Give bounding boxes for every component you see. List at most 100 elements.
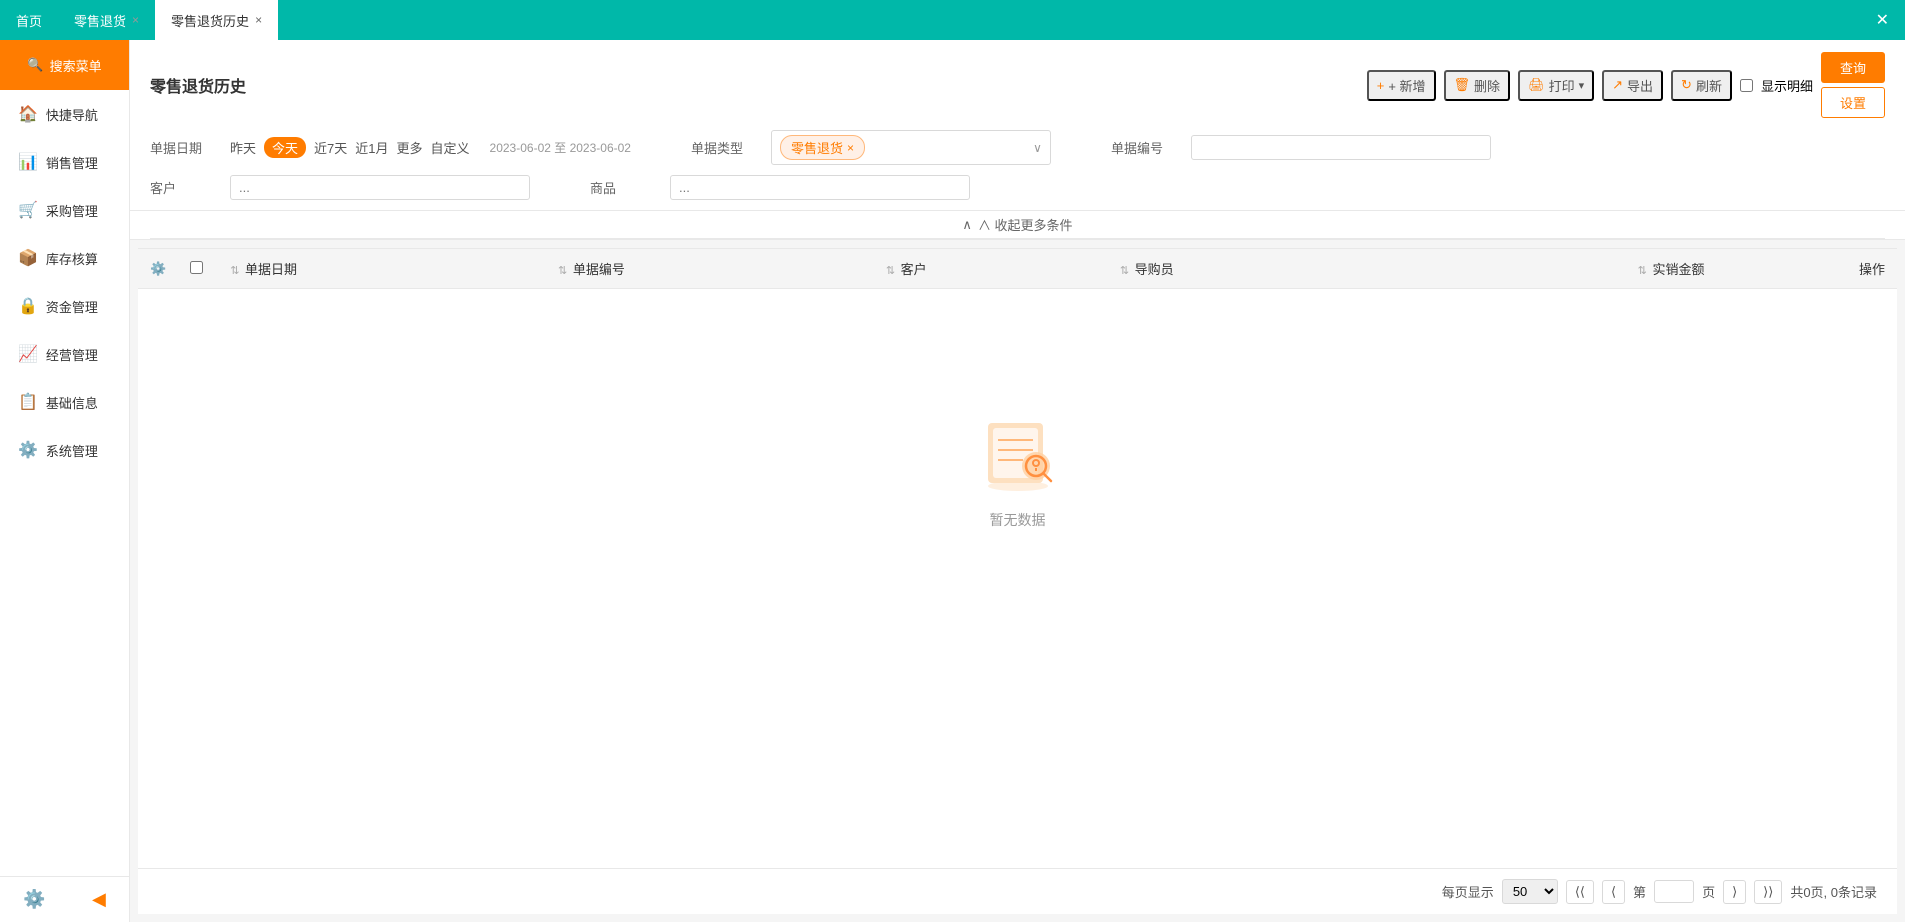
th-customer-label: 客户	[901, 262, 927, 277]
type-filter-tag-close[interactable]: ×	[847, 141, 854, 155]
new-icon: +	[1377, 78, 1385, 93]
tab-retail-return-history-label: 零售退货历史	[171, 11, 249, 30]
tab-retail-return-history-close[interactable]: ×	[255, 13, 262, 27]
top-bar-right: ✕	[1860, 10, 1905, 30]
th-date[interactable]: ⇅ 单据日期	[218, 249, 546, 289]
th-settings[interactable]: ⚙️	[138, 249, 178, 289]
type-filter-select[interactable]: 零售退货 × ∨	[771, 130, 1051, 165]
sidebar-item-system[interactable]: ⚙️ 系统管理	[0, 426, 129, 474]
sidebar-item-sales-label: 销售管理	[46, 153, 98, 172]
date-opt-more[interactable]: 更多	[397, 138, 423, 157]
sidebar-item-inventory-label: 库存核算	[46, 249, 98, 268]
print-button[interactable]: 🖨 打印 ▾	[1518, 70, 1594, 101]
empty-state: 暂无数据	[138, 289, 1897, 639]
sidebar-item-sales[interactable]: 📊 销售管理	[0, 138, 129, 186]
collapse-filter-button[interactable]: ∧ ∧ 收起更多条件	[130, 210, 1905, 238]
sidebar: 🔍 搜索菜单 🏠 快捷导航 📊 销售管理 🛒 采购管理 📦 库存核算 🔒 资金管…	[0, 40, 130, 922]
query-button[interactable]: 查询	[1821, 52, 1885, 83]
action-buttons: 查询 设置	[1821, 52, 1885, 118]
delete-button[interactable]: 🗑 删除	[1444, 70, 1511, 101]
sidebar-item-finance[interactable]: 🔒 资金管理	[0, 282, 129, 330]
type-filter-label: 单据类型	[691, 138, 751, 157]
th-amount[interactable]: ⇅ 实销金额	[1389, 249, 1717, 289]
date-opt-1month[interactable]: 近1月	[355, 138, 388, 157]
sidebar-search[interactable]: 🔍 搜索菜单	[0, 40, 129, 90]
sidebar-item-quicknav-label: 快捷导航	[46, 105, 98, 124]
date-options: 昨天 今天 近7天 近1月 更多 自定义	[230, 137, 470, 158]
last-page-button[interactable]: ⟩⟩	[1754, 880, 1782, 904]
sidebar-item-system-label: 系统管理	[46, 441, 98, 460]
th-guide[interactable]: ⇅ 导购员	[1108, 249, 1389, 289]
page-label: 第	[1633, 882, 1646, 901]
date-opt-7days[interactable]: 近7天	[314, 138, 347, 157]
page-title-row: 零售退货历史 + + 新增 🗑 删除 🖨 打印 ▾	[150, 52, 1885, 118]
th-action-label: 操作	[1859, 262, 1885, 277]
th-number-label: 单据编号	[573, 262, 625, 277]
date-filter-label: 单据日期	[150, 138, 210, 157]
th-guide-label: 导购员	[1135, 262, 1174, 277]
main-layout: 🔍 搜索菜单 🏠 快捷导航 📊 销售管理 🛒 采购管理 📦 库存核算 🔒 资金管…	[0, 40, 1905, 922]
tab-retail-return[interactable]: 零售退货 ×	[58, 0, 155, 40]
filter-area: 单据日期 昨天 今天 近7天 近1月 更多 自定义 2023-06-02 至 2…	[150, 130, 1885, 239]
sidebar-item-purchase[interactable]: 🛒 采购管理	[0, 186, 129, 234]
print-icon: 🖨	[1528, 77, 1545, 93]
date-opt-custom[interactable]: 自定义	[431, 138, 470, 157]
sidebar-item-purchase-label: 采购管理	[46, 201, 98, 220]
refresh-button[interactable]: ↻ 刷新	[1671, 70, 1732, 101]
tab-bar: 首页 零售退货 × 零售退货历史 ×	[0, 0, 1860, 40]
number-filter-input[interactable]	[1191, 135, 1491, 160]
goods-filter-input[interactable]	[670, 175, 970, 200]
window-close-button[interactable]: ✕	[1876, 10, 1889, 30]
sidebar-item-quicknav[interactable]: 🏠 快捷导航	[0, 90, 129, 138]
search-icon: 🔍	[27, 57, 43, 73]
home-icon: 🏠	[18, 104, 38, 124]
per-page-select[interactable]: 10 20 50 100	[1502, 879, 1558, 904]
th-number[interactable]: ⇅ 单据编号	[546, 249, 874, 289]
date-opt-yesterday[interactable]: 昨天	[230, 138, 256, 157]
new-button[interactable]: + + 新增	[1367, 70, 1436, 101]
customer-filter-input[interactable]	[230, 175, 530, 200]
basic-info-icon: 📋	[18, 392, 38, 412]
sidebar-item-basic-info[interactable]: 📋 基础信息	[0, 378, 129, 426]
show-detail-checkbox-label[interactable]: 显示明细	[1740, 76, 1813, 95]
settings-bottom-icon[interactable]: ⚙️	[23, 889, 45, 910]
first-page-button[interactable]: ⟨⟨	[1566, 880, 1594, 904]
date-opt-today[interactable]: 今天	[264, 137, 306, 158]
tab-home[interactable]: 首页	[0, 0, 58, 40]
settings-button[interactable]: 设置	[1821, 87, 1885, 118]
collapse-label: ∧ 收起更多条件	[978, 215, 1073, 234]
sidebar-item-inventory[interactable]: 📦 库存核算	[0, 234, 129, 282]
table-head: ⚙️ ⇅ 单据日期 ⇅ 单据编号	[138, 249, 1897, 289]
export-button[interactable]: ↗ 导出	[1602, 70, 1663, 101]
filter-row-date: 单据日期 昨天 今天 近7天 近1月 更多 自定义 2023-06-02 至 2…	[150, 130, 1885, 165]
sidebar-item-basic-info-label: 基础信息	[46, 393, 98, 412]
tab-retail-return-close[interactable]: ×	[132, 13, 139, 27]
sort-customer-icon: ⇅	[886, 265, 895, 277]
show-detail-checkbox[interactable]	[1740, 79, 1753, 92]
filter-row-customer: 客户 商品	[150, 175, 1885, 200]
prev-page-button[interactable]: ⟨	[1602, 880, 1625, 904]
page-title: 零售退货历史	[150, 73, 246, 97]
print-arrow-icon: ▾	[1579, 79, 1585, 92]
th-customer[interactable]: ⇅ 客户	[874, 249, 1108, 289]
th-date-label: 单据日期	[245, 262, 297, 277]
number-filter-label: 单据编号	[1111, 138, 1171, 157]
page-input[interactable]: 1	[1654, 880, 1694, 903]
sort-date-icon: ⇅	[230, 265, 239, 277]
select-all-checkbox[interactable]	[190, 261, 203, 274]
next-page-button[interactable]: ⟩	[1723, 880, 1746, 904]
th-checkbox[interactable]	[178, 249, 218, 289]
sidebar-item-operations[interactable]: 📈 经营管理	[0, 330, 129, 378]
sort-guide-icon: ⇅	[1120, 265, 1129, 277]
table-container: ⚙️ ⇅ 单据日期 ⇅ 单据编号	[138, 248, 1897, 914]
finance-icon: 🔒	[18, 296, 38, 316]
th-action: 操作	[1717, 249, 1897, 289]
collapse-sidebar-icon[interactable]: ◀	[92, 889, 106, 910]
settings-col-icon[interactable]: ⚙️	[150, 261, 166, 276]
sort-amount-icon: ⇅	[1638, 265, 1647, 277]
refresh-icon: ↻	[1681, 77, 1692, 93]
collapse-icon: ∧	[962, 217, 972, 233]
tab-retail-return-history[interactable]: 零售退货历史 ×	[155, 0, 278, 40]
goods-filter-label: 商品	[590, 178, 650, 197]
top-bar: 首页 零售退货 × 零售退货历史 × ✕	[0, 0, 1905, 40]
